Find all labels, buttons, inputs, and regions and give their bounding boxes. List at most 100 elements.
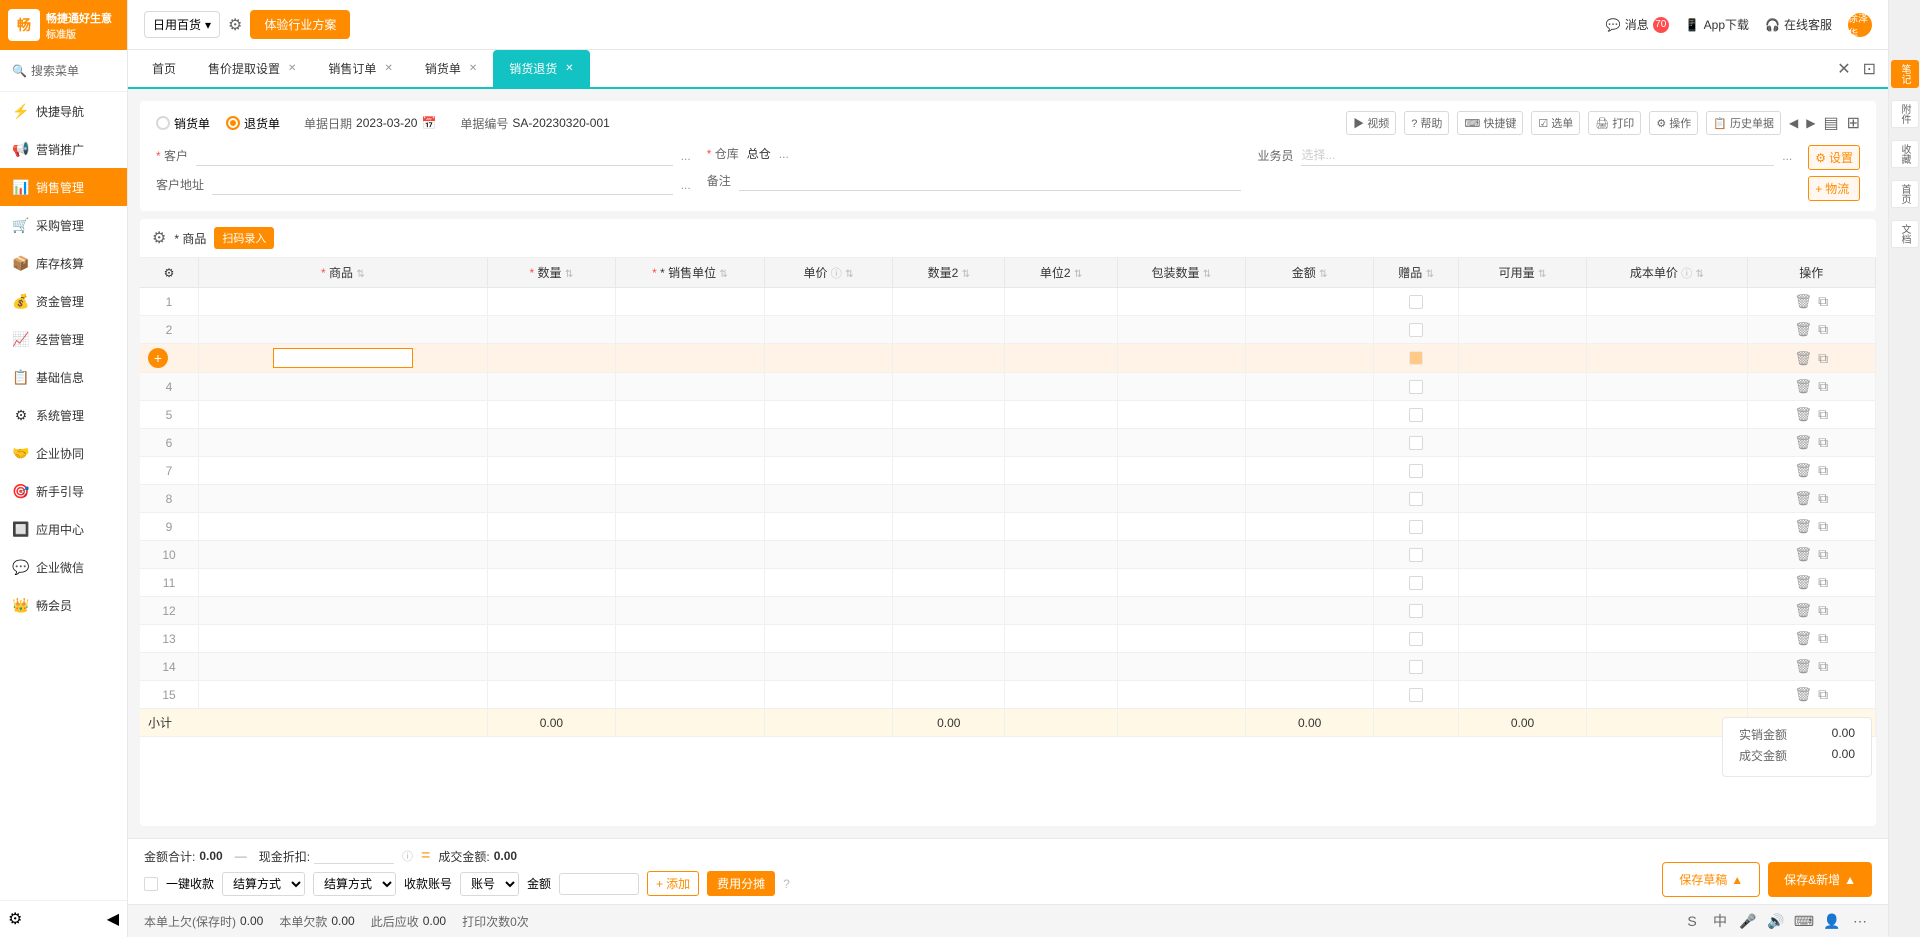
- sales-unit-cell-10[interactable]: [616, 541, 765, 569]
- available-cell-13[interactable]: [1458, 625, 1586, 653]
- gift-checkbox-2[interactable]: [1409, 323, 1423, 337]
- app-download-btn[interactable]: 📱 App下载: [1685, 16, 1749, 33]
- gift-checkbox-8[interactable]: [1409, 492, 1423, 506]
- pack-qty-cell-9[interactable]: [1117, 513, 1245, 541]
- settings-gear-icon[interactable]: ⚙: [8, 909, 22, 929]
- sidebar-item-inventory[interactable]: 📦 库存核算: [0, 244, 127, 282]
- sidebar-item-member[interactable]: 👑 畅会员: [0, 586, 127, 624]
- sidebar-item-basic[interactable]: 📋 基础信息: [0, 358, 127, 396]
- gift-checkbox-11[interactable]: [1409, 576, 1423, 590]
- pack-qty-cell-12[interactable]: [1117, 597, 1245, 625]
- pack-qty-cell-3[interactable]: [1117, 344, 1245, 373]
- sidebar-item-marketing[interactable]: 📢 营销推广: [0, 130, 127, 168]
- amount-cell-10[interactable]: [1245, 541, 1373, 569]
- cost-cell-13[interactable]: [1587, 625, 1747, 653]
- address-dots[interactable]: ...: [681, 178, 691, 192]
- cost-cell-9[interactable]: [1587, 513, 1747, 541]
- gift-cell-2[interactable]: [1374, 316, 1459, 344]
- quantity-cell-3[interactable]: [487, 344, 615, 373]
- sales-unit-cell-13[interactable]: [616, 625, 765, 653]
- cost-cell-5[interactable]: [1587, 401, 1747, 429]
- product-cell-13[interactable]: [199, 625, 488, 653]
- account-num-select[interactable]: 账号: [460, 872, 519, 896]
- unit2-cell-12[interactable]: [1005, 597, 1117, 625]
- account-select[interactable]: 结算方式: [313, 872, 396, 896]
- save-draft-btn[interactable]: 保存草稿 ▲: [1662, 862, 1760, 897]
- delete-row-icon-12[interactable]: 🗑: [1794, 602, 1812, 619]
- copy-row-icon-1[interactable]: ⧉: [1818, 293, 1828, 310]
- pack-qty-cell-8[interactable]: [1117, 485, 1245, 513]
- sales-unit-cell-12[interactable]: [616, 597, 765, 625]
- tab-expand-btn[interactable]: ⊡: [1859, 55, 1880, 83]
- right-edge-note[interactable]: 笔记: [1891, 60, 1919, 88]
- product-cell-7[interactable]: [199, 457, 488, 485]
- unit2-cell-14[interactable]: [1005, 653, 1117, 681]
- tab-home[interactable]: 首页: [136, 50, 192, 89]
- copy-row-icon-13[interactable]: ⧉: [1818, 630, 1828, 647]
- sales-unit-cell-9[interactable]: [616, 513, 765, 541]
- qty2-cell-3[interactable]: [893, 344, 1005, 373]
- unit2-cell-10[interactable]: [1005, 541, 1117, 569]
- speaker-icon[interactable]: 🔊: [1764, 909, 1788, 933]
- fenpai-btn[interactable]: 费用分摊: [707, 871, 775, 896]
- cost-cell-10[interactable]: [1587, 541, 1747, 569]
- sales-unit-cell-4[interactable]: [616, 373, 765, 401]
- amount-cell-1[interactable]: [1245, 288, 1373, 316]
- qty2-cell-4[interactable]: [893, 373, 1005, 401]
- customer-input[interactable]: [196, 145, 673, 166]
- gift-checkbox-4[interactable]: [1409, 380, 1423, 394]
- unit2-cell-1[interactable]: [1005, 288, 1117, 316]
- delete-row-icon-6[interactable]: 🗑: [1794, 434, 1812, 451]
- product-cell-11[interactable]: [199, 569, 488, 597]
- copy-row-icon-9[interactable]: ⧉: [1818, 518, 1828, 535]
- cost-cell-3[interactable]: [1587, 344, 1747, 373]
- cost-cell-6[interactable]: [1587, 429, 1747, 457]
- gift-checkbox-6[interactable]: [1409, 436, 1423, 450]
- pack-qty-cell-13[interactable]: [1117, 625, 1245, 653]
- copy-row-icon-8[interactable]: ⧉: [1818, 490, 1828, 507]
- copy-row-icon-11[interactable]: ⧉: [1818, 574, 1828, 591]
- unit2-cell-8[interactable]: [1005, 485, 1117, 513]
- address-input[interactable]: [212, 174, 673, 195]
- add-row-btn[interactable]: +: [148, 348, 168, 368]
- copy-row-icon-15[interactable]: ⧉: [1818, 686, 1828, 703]
- keyboard-icon[interactable]: ⌨: [1792, 909, 1816, 933]
- gift-checkbox-13[interactable]: [1409, 632, 1423, 646]
- amount-cell-8[interactable]: [1245, 485, 1373, 513]
- delete-row-icon-8[interactable]: 🗑: [1794, 490, 1812, 507]
- pack-qty-cell-6[interactable]: [1117, 429, 1245, 457]
- gift-cell-13[interactable]: [1374, 625, 1459, 653]
- copy-row-icon-12[interactable]: ⧉: [1818, 602, 1828, 619]
- mic-icon[interactable]: 🎤: [1736, 909, 1760, 933]
- operation-btn[interactable]: ⚙ 操作: [1649, 111, 1698, 135]
- unit2-cell-3[interactable]: [1005, 344, 1117, 373]
- delete-row-icon-2[interactable]: 🗑: [1794, 321, 1812, 338]
- online-service-btn[interactable]: 🎧 在线客服: [1765, 16, 1832, 33]
- history-next[interactable]: ▶: [1806, 116, 1815, 130]
- pack-qty-cell-2[interactable]: [1117, 316, 1245, 344]
- available-cell-9[interactable]: [1458, 513, 1586, 541]
- gift-cell-6[interactable]: [1374, 429, 1459, 457]
- unit-price-cell-15[interactable]: [764, 681, 892, 709]
- unit-price-cell-10[interactable]: [764, 541, 892, 569]
- quantity-cell-9[interactable]: [487, 513, 615, 541]
- gift-cell-3[interactable]: [1374, 344, 1459, 373]
- sales-unit-cell-8[interactable]: [616, 485, 765, 513]
- unit-price-cell-11[interactable]: [764, 569, 892, 597]
- product-cell-6[interactable]: [199, 429, 488, 457]
- quantity-cell-10[interactable]: [487, 541, 615, 569]
- available-cell-1[interactable]: [1458, 288, 1586, 316]
- gift-cell-9[interactable]: [1374, 513, 1459, 541]
- list-view-btn[interactable]: ▤: [1823, 113, 1838, 133]
- one-click-payment-check[interactable]: [144, 877, 158, 891]
- copy-row-icon-3[interactable]: ⧉: [1818, 350, 1828, 367]
- unit2-cell-13[interactable]: [1005, 625, 1117, 653]
- available-cell-2[interactable]: [1458, 316, 1586, 344]
- grid-view-btn[interactable]: ⊞: [1847, 113, 1860, 133]
- unit-price-cell-8[interactable]: [764, 485, 892, 513]
- user-menu[interactable]: 徐泽华: [1848, 13, 1872, 37]
- qty2-cell-9[interactable]: [893, 513, 1005, 541]
- cost-cell-8[interactable]: [1587, 485, 1747, 513]
- quantity-cell-15[interactable]: [487, 681, 615, 709]
- unit2-cell-15[interactable]: [1005, 681, 1117, 709]
